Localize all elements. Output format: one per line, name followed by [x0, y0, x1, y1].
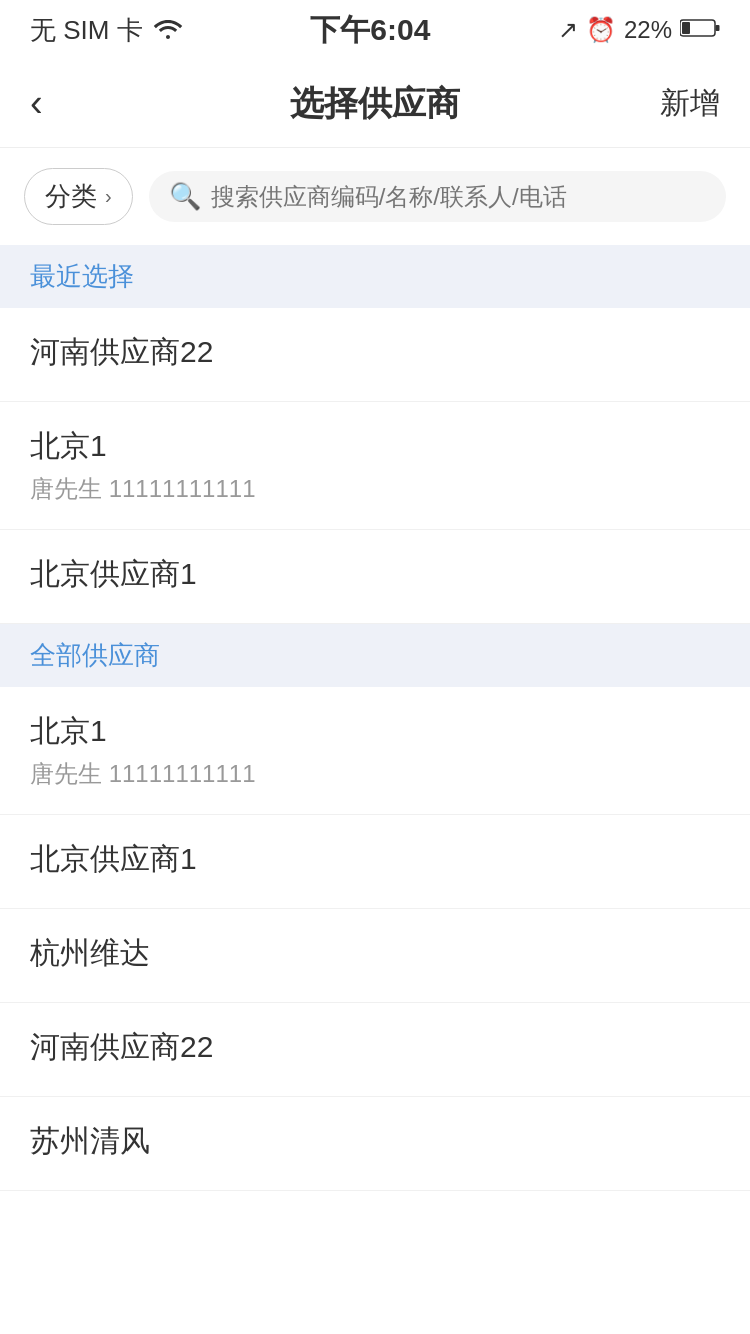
- back-button[interactable]: ‹: [30, 82, 110, 125]
- list-item[interactable]: 河南供应商22: [0, 308, 750, 402]
- list-item[interactable]: 北京供应商1: [0, 815, 750, 909]
- search-input-wrap[interactable]: 🔍: [149, 171, 726, 222]
- item-name: 河南供应商22: [30, 332, 720, 373]
- item-name: 杭州维达: [30, 933, 720, 974]
- item-sub: 唐先生 11111111111: [30, 473, 720, 505]
- battery-icon: [680, 16, 720, 44]
- nav-bar: ‹ 选择供应商 新增: [0, 60, 750, 148]
- item-sub: 唐先生 11111111111: [30, 758, 720, 790]
- chevron-right-icon: ›: [105, 185, 112, 208]
- recent-section-header: 最近选择: [0, 245, 750, 308]
- add-button[interactable]: 新增: [640, 83, 720, 124]
- list-item[interactable]: 河南供应商22: [0, 1003, 750, 1097]
- item-name: 北京1: [30, 711, 720, 752]
- recent-list: 河南供应商22 北京1 唐先生 11111111111 北京供应商1: [0, 308, 750, 624]
- list-item[interactable]: 北京供应商1: [0, 530, 750, 624]
- status-time: 下午6:04: [310, 10, 430, 51]
- page-title: 选择供应商: [290, 81, 460, 127]
- item-name: 北京供应商1: [30, 839, 720, 880]
- search-input[interactable]: [211, 183, 706, 211]
- item-name: 北京1: [30, 426, 720, 467]
- list-item[interactable]: 北京1 唐先生 11111111111: [0, 687, 750, 815]
- recent-section-label: 最近选择: [30, 261, 134, 291]
- list-item[interactable]: 苏州清风: [0, 1097, 750, 1191]
- item-name: 苏州清风: [30, 1121, 720, 1162]
- no-sim-label: 无 SIM 卡: [30, 13, 143, 48]
- category-button[interactable]: 分类 ›: [24, 168, 133, 225]
- search-bar: 分类 › 🔍: [0, 148, 750, 245]
- category-label: 分类: [45, 179, 97, 214]
- all-section-header: 全部供应商: [0, 624, 750, 687]
- list-item[interactable]: 北京1 唐先生 11111111111: [0, 402, 750, 530]
- wifi-icon: [153, 15, 183, 46]
- all-list: 北京1 唐先生 11111111111 北京供应商1 杭州维达河南供应商22 苏州清风: [0, 687, 750, 1191]
- all-section-label: 全部供应商: [30, 640, 160, 670]
- svg-rect-1: [715, 25, 719, 31]
- status-left: 无 SIM 卡: [30, 13, 183, 48]
- location-icon: ↗: [558, 16, 578, 44]
- item-name: 北京供应商1: [30, 554, 720, 595]
- svg-rect-2: [682, 22, 690, 34]
- search-icon: 🔍: [169, 181, 201, 212]
- status-bar: 无 SIM 卡 下午6:04 ↗ ⏰ 22%: [0, 0, 750, 60]
- battery-label: 22%: [624, 16, 672, 44]
- status-right: ↗ ⏰ 22%: [558, 16, 720, 44]
- alarm-icon: ⏰: [586, 16, 616, 44]
- item-name: 河南供应商22: [30, 1027, 720, 1068]
- list-item[interactable]: 杭州维达: [0, 909, 750, 1003]
